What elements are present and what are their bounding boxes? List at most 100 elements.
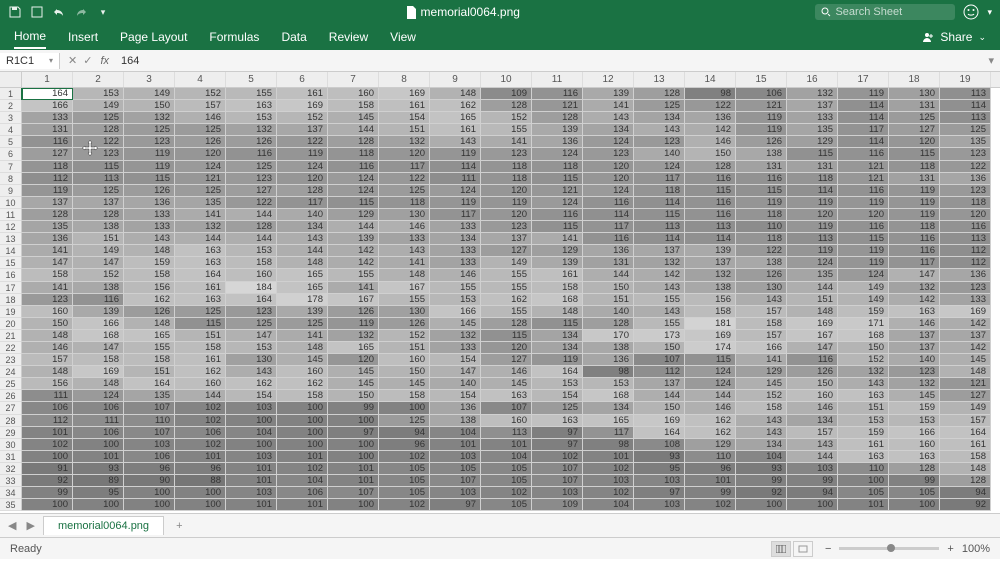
cell[interactable]: 93 (736, 463, 787, 475)
cell[interactable]: 125 (73, 185, 124, 197)
cell[interactable]: 141 (379, 257, 430, 269)
cell[interactable]: 113 (940, 88, 991, 100)
cell[interactable]: 106 (73, 402, 124, 414)
cell[interactable]: 145 (328, 366, 379, 378)
cell[interactable]: 144 (226, 233, 277, 245)
cell[interactable]: 104 (430, 427, 481, 439)
cell[interactable]: 119 (22, 185, 73, 197)
col-header[interactable]: 4 (175, 72, 226, 87)
cell[interactable]: 114 (583, 209, 634, 221)
cell[interactable]: 123 (634, 136, 685, 148)
account-chevron-icon[interactable]: ▾ (987, 7, 992, 18)
cell[interactable]: 127 (22, 148, 73, 160)
cell[interactable]: 103 (787, 463, 838, 475)
cell[interactable]: 153 (226, 342, 277, 354)
cell[interactable]: 135 (787, 124, 838, 136)
cell[interactable]: 121 (175, 173, 226, 185)
cell[interactable]: 161 (175, 354, 226, 366)
cell[interactable]: 163 (889, 451, 940, 463)
cell[interactable]: 116 (532, 88, 583, 100)
cell[interactable]: 143 (634, 282, 685, 294)
cancel-formula-icon[interactable]: ✕ (68, 54, 77, 67)
cell[interactable]: 125 (73, 112, 124, 124)
cell[interactable]: 124 (685, 378, 736, 390)
cell[interactable]: 118 (787, 173, 838, 185)
zoom-slider[interactable] (839, 547, 939, 550)
cell[interactable]: 120 (838, 209, 889, 221)
cell[interactable]: 152 (481, 112, 532, 124)
cell[interactable]: 119 (430, 197, 481, 209)
cell[interactable]: 94 (379, 427, 430, 439)
cell[interactable]: 134 (583, 124, 634, 136)
cell[interactable]: 111 (73, 415, 124, 427)
cell[interactable]: 100 (736, 499, 787, 511)
cell[interactable]: 149 (838, 282, 889, 294)
col-header[interactable]: 1 (22, 72, 73, 87)
cell[interactable]: 116 (787, 354, 838, 366)
cell[interactable]: 159 (889, 402, 940, 414)
cell[interactable]: 102 (481, 487, 532, 499)
cell[interactable]: 145 (736, 378, 787, 390)
cell[interactable]: 107 (430, 475, 481, 487)
cell[interactable]: 117 (583, 427, 634, 439)
save-icon[interactable] (8, 5, 22, 19)
cell[interactable]: 119 (838, 88, 889, 100)
sheet-nav-next[interactable]: ▶ (22, 519, 38, 532)
cell[interactable]: 138 (73, 221, 124, 233)
cell[interactable]: 119 (787, 197, 838, 209)
cell[interactable]: 133 (430, 257, 481, 269)
cell[interactable]: 137 (889, 342, 940, 354)
cell[interactable]: 105 (838, 487, 889, 499)
cell[interactable]: 137 (277, 124, 328, 136)
cell[interactable]: 158 (736, 402, 787, 414)
cell[interactable]: 112 (940, 257, 991, 269)
cell[interactable]: 132 (685, 269, 736, 281)
cell[interactable]: 156 (124, 282, 175, 294)
cell[interactable]: 101 (838, 499, 889, 511)
sheet-nav-prev[interactable]: ◀ (4, 519, 20, 532)
cell[interactable]: 104 (736, 451, 787, 463)
cell[interactable]: 134 (532, 342, 583, 354)
cell[interactable]: 160 (889, 439, 940, 451)
cell[interactable]: 144 (328, 221, 379, 233)
cell[interactable]: 160 (328, 88, 379, 100)
cell[interactable]: 164 (22, 88, 73, 100)
cell[interactable]: 162 (277, 378, 328, 390)
cell[interactable]: 115 (838, 233, 889, 245)
cell[interactable]: 148 (124, 245, 175, 257)
cell[interactable]: 158 (124, 354, 175, 366)
cell[interactable]: 122 (226, 197, 277, 209)
cell[interactable]: 165 (430, 112, 481, 124)
cell[interactable]: 146 (379, 221, 430, 233)
cell[interactable]: 166 (889, 427, 940, 439)
cell[interactable]: 101 (22, 427, 73, 439)
cell[interactable]: 119 (124, 148, 175, 160)
cell[interactable]: 132 (430, 330, 481, 342)
cell[interactable]: 170 (583, 330, 634, 342)
cell[interactable]: 148 (532, 306, 583, 318)
cell[interactable]: 162 (124, 294, 175, 306)
cell[interactable]: 119 (889, 209, 940, 221)
cell[interactable]: 101 (226, 499, 277, 511)
cell[interactable]: 139 (73, 306, 124, 318)
cell[interactable]: 124 (277, 161, 328, 173)
cell[interactable]: 140 (277, 209, 328, 221)
cell[interactable]: 126 (379, 318, 430, 330)
cell[interactable]: 132 (889, 282, 940, 294)
cell[interactable]: 151 (73, 233, 124, 245)
view-normal-button[interactable] (771, 541, 791, 557)
cell[interactable]: 111 (22, 390, 73, 402)
row-header[interactable]: 9 (0, 185, 22, 197)
cell[interactable]: 138 (430, 415, 481, 427)
cell[interactable]: 100 (277, 415, 328, 427)
cell[interactable]: 130 (736, 282, 787, 294)
cell[interactable]: 100 (328, 415, 379, 427)
cell[interactable]: 123 (583, 148, 634, 160)
cell[interactable]: 101 (175, 451, 226, 463)
cell[interactable]: 125 (175, 185, 226, 197)
cell[interactable]: 132 (634, 257, 685, 269)
cell[interactable]: 141 (736, 354, 787, 366)
cell[interactable]: 119 (481, 197, 532, 209)
cell[interactable]: 110 (736, 221, 787, 233)
col-header[interactable]: 6 (277, 72, 328, 87)
